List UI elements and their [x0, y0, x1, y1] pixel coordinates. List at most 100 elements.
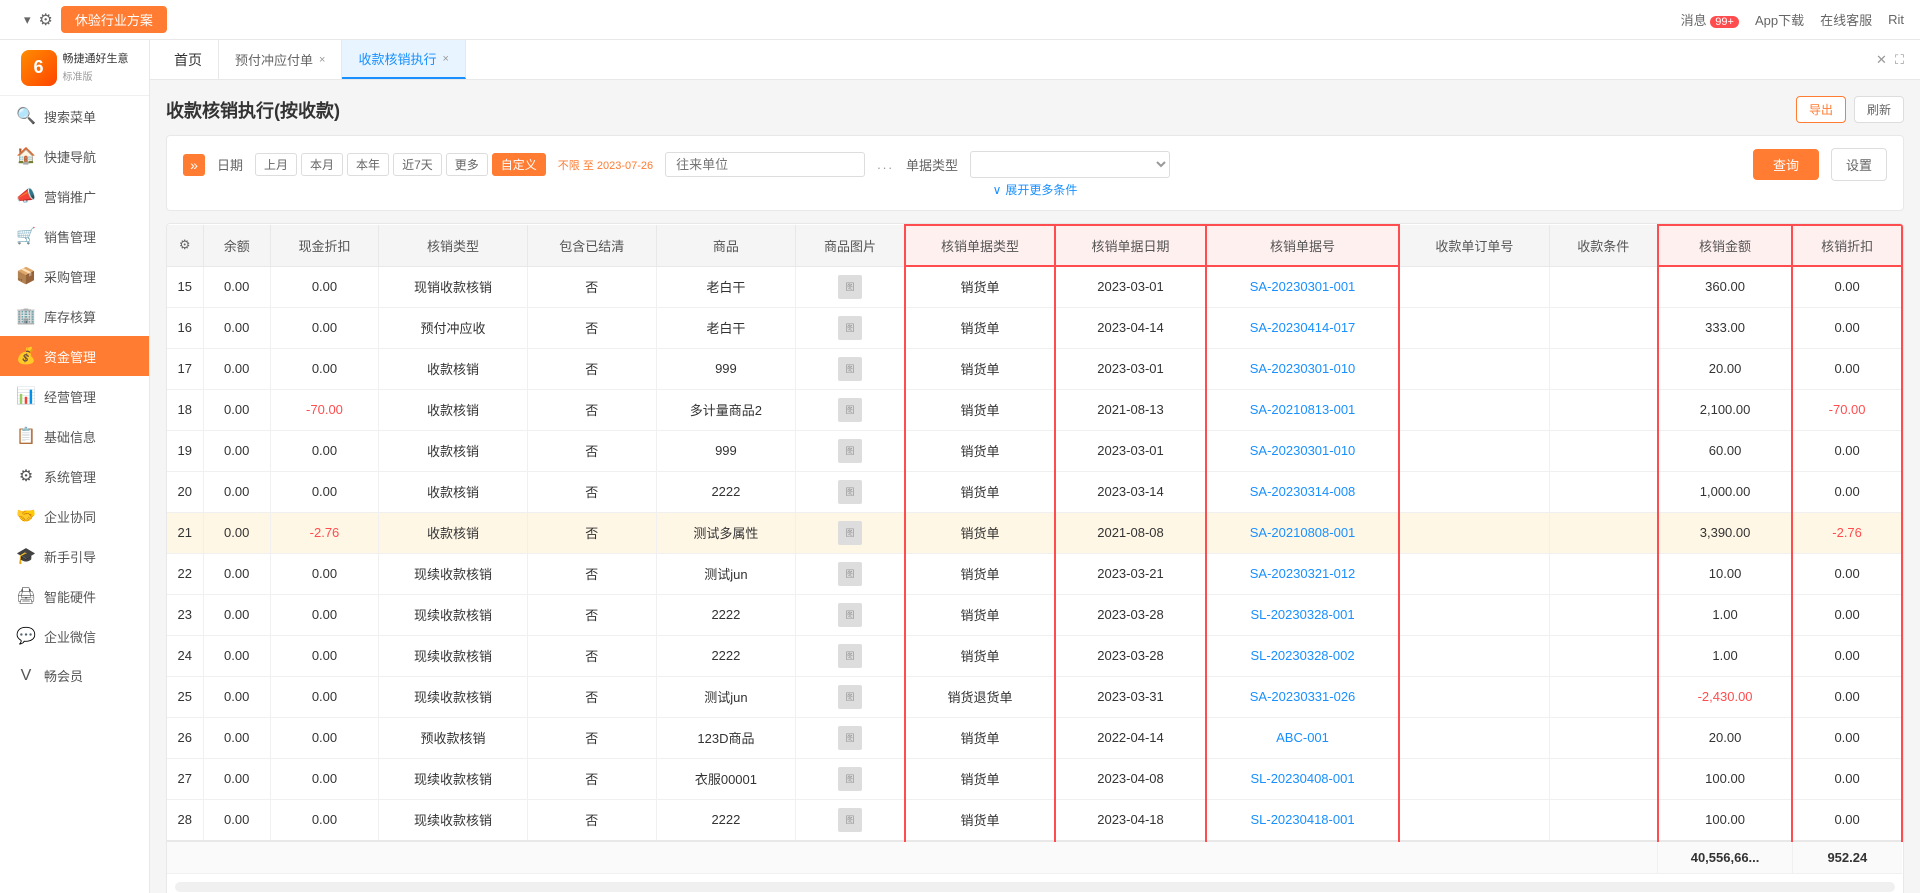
- verify-bill-no-link[interactable]: SL-20230408-001: [1250, 771, 1354, 786]
- cell-product-img: 图: [796, 307, 905, 348]
- verify-bill-no-link[interactable]: SL-20230328-001: [1250, 607, 1354, 622]
- verify-bill-no-link[interactable]: SL-20230328-002: [1250, 648, 1354, 663]
- cell-receipt-order-no: [1399, 594, 1549, 635]
- bill-type-select[interactable]: [970, 151, 1170, 178]
- cell-verify-type: 收款核销: [379, 512, 528, 553]
- sidebar-items: 🔍搜索菜单 🏠 快捷导航 📣营销推广🛒销售管理📦采购管理🏢库存核算💰资金管理📊经营管理…: [0, 96, 149, 695]
- tab-verify[interactable]: 收款核销执行 ×: [342, 40, 465, 79]
- verify-bill-no-link[interactable]: SA-20230321-012: [1250, 566, 1356, 581]
- tab-expand-icon[interactable]: ⛶: [1895, 52, 1904, 68]
- sidebar-item-13[interactable]: 💬企业微信: [0, 616, 149, 656]
- sidebar-item-7[interactable]: 📊经营管理: [0, 376, 149, 416]
- last-month-btn[interactable]: 上月: [255, 153, 297, 176]
- last-7days-btn[interactable]: 近7天: [393, 153, 442, 176]
- sidebar-item-3[interactable]: 🛒销售管理: [0, 216, 149, 256]
- more-date-btn[interactable]: 更多: [446, 153, 488, 176]
- sidebar-item-10[interactable]: 🤝企业协同: [0, 496, 149, 536]
- cell-include-settled: 否: [527, 758, 656, 799]
- filter-settings-button[interactable]: 设置: [1831, 148, 1887, 181]
- cell-verify-amount: 100.00: [1658, 758, 1792, 799]
- verify-bill-no-link[interactable]: SA-20210813-001: [1250, 402, 1356, 417]
- expand-filter-btn[interactable]: ∨ 展开更多条件: [993, 181, 1078, 198]
- sidebar-item-12[interactable]: 🖨智能硬件: [0, 576, 149, 616]
- filter-collapse-btn[interactable]: »: [183, 154, 205, 176]
- sidebar-item-5[interactable]: 🏢库存核算: [0, 296, 149, 336]
- verify-bill-no-link[interactable]: SA-20230314-008: [1250, 484, 1356, 499]
- app-download[interactable]: App下载: [1755, 10, 1804, 29]
- brand-dropdown[interactable]: ▾: [24, 12, 31, 28]
- cell-balance: 0.00: [203, 758, 270, 799]
- tab-close-icon[interactable]: ✕: [1876, 52, 1887, 68]
- solution-button[interactable]: 休验行业方案: [61, 6, 167, 33]
- tab-prepay[interactable]: 预付冲应付单 ×: [219, 40, 342, 79]
- verify-bill-no-link[interactable]: SA-20210808-001: [1250, 525, 1356, 540]
- cell-balance: 0.00: [203, 553, 270, 594]
- counterpart-input[interactable]: [665, 152, 865, 177]
- cell-product-img: 图: [796, 676, 905, 717]
- col-gear[interactable]: ⚙: [167, 225, 203, 266]
- cell-verify-type: 收款核销: [379, 348, 528, 389]
- verify-bill-no-link[interactable]: SA-20230331-026: [1250, 689, 1356, 704]
- cell-receipt-condition: [1549, 553, 1658, 594]
- cell-receipt-order-no: [1399, 430, 1549, 471]
- cell-balance: 0.00: [203, 594, 270, 635]
- verify-bill-no-link[interactable]: ABC-001: [1276, 730, 1329, 745]
- sidebar-item-8[interactable]: 📋基础信息: [0, 416, 149, 456]
- sidebar-item-1[interactable]: 🏠 快捷导航: [0, 136, 149, 176]
- online-support[interactable]: 在线客服: [1820, 10, 1872, 29]
- cell-receipt-condition: [1549, 717, 1658, 758]
- tab-home[interactable]: 首页: [158, 40, 219, 79]
- user-name[interactable]: Rit: [1888, 12, 1904, 27]
- sidebar-item-0[interactable]: 🔍搜索菜单: [0, 96, 149, 136]
- cell-verify-amount: 20.00: [1658, 348, 1792, 389]
- cell-include-settled: 否: [527, 389, 656, 430]
- prepay-tab-close[interactable]: ×: [319, 54, 325, 66]
- cell-product: 多计量商品2: [656, 389, 796, 430]
- verify-bill-no-link[interactable]: SA-20230414-017: [1250, 320, 1356, 335]
- sidebar-label-1: 快捷导航: [44, 147, 96, 166]
- sidebar-item-11[interactable]: 🎓新手引导: [0, 536, 149, 576]
- verify-tab-close[interactable]: ×: [442, 53, 448, 65]
- sidebar-item-6[interactable]: 💰资金管理: [0, 336, 149, 376]
- sidebar-item-9[interactable]: ⚙系统管理: [0, 456, 149, 496]
- cell-verify-bill-no: SA-20210813-001: [1206, 389, 1400, 430]
- sidebar-item-2[interactable]: 📣营销推广: [0, 176, 149, 216]
- table-row: 28 0.00 0.00 现续收款核销 否 2222 图 销货单 2023-04…: [167, 799, 1902, 841]
- cell-receipt-condition: [1549, 676, 1658, 717]
- cell-id: 17: [167, 348, 203, 389]
- verify-bill-no-link[interactable]: SA-20230301-010: [1250, 361, 1356, 376]
- sidebar-item-14[interactable]: V畅会员: [0, 656, 149, 695]
- custom-date-btn[interactable]: 自定义: [492, 153, 546, 176]
- cell-verify-bill-type: 销货单: [905, 430, 1055, 471]
- sidebar-icon-1: 🏠: [16, 146, 36, 166]
- cell-receipt-order-no: [1399, 553, 1549, 594]
- refresh-button[interactable]: 刷新: [1854, 96, 1904, 123]
- message-item[interactable]: 消息 99+: [1681, 10, 1739, 29]
- cell-product-img: 图: [796, 594, 905, 635]
- verify-bill-no-link[interactable]: SA-20230301-010: [1250, 443, 1356, 458]
- verify-bill-no-link[interactable]: SL-20230418-001: [1250, 812, 1354, 827]
- cell-verify-bill-date: 2023-03-28: [1055, 594, 1205, 635]
- this-year-btn[interactable]: 本年: [347, 153, 389, 176]
- footer-label: [167, 841, 1658, 874]
- sidebar-icon-0: 🔍: [16, 106, 36, 126]
- settings-icon[interactable]: ⚙: [39, 10, 53, 30]
- query-button[interactable]: 查询: [1753, 149, 1819, 180]
- sidebar-icon-12: 🖨: [16, 586, 36, 606]
- cell-verify-bill-no: SA-20230321-012: [1206, 553, 1400, 594]
- cell-verify-bill-date: 2023-03-01: [1055, 348, 1205, 389]
- this-month-btn[interactable]: 本月: [301, 153, 343, 176]
- counterpart-dots[interactable]: ...: [877, 157, 894, 172]
- cell-verify-amount: 100.00: [1658, 799, 1792, 841]
- sidebar-icon-14: V: [16, 667, 36, 685]
- export-button[interactable]: 导出: [1796, 96, 1846, 123]
- table-container: ⚙ 余额 现金折扣 核销类型 包含已结清 商品 商品图片 核销单据类型 核销单据…: [166, 223, 1904, 893]
- verify-bill-no-link[interactable]: SA-20230301-001: [1250, 279, 1356, 294]
- table-scrollbar[interactable]: [175, 882, 1895, 892]
- col-verify-bill-no: 核销单据号: [1206, 225, 1400, 266]
- cell-product: 测试多属性: [656, 512, 796, 553]
- sidebar-label-8: 基础信息: [44, 427, 96, 446]
- cell-balance: 0.00: [203, 430, 270, 471]
- cell-receipt-order-no: [1399, 348, 1549, 389]
- sidebar-item-4[interactable]: 📦采购管理: [0, 256, 149, 296]
